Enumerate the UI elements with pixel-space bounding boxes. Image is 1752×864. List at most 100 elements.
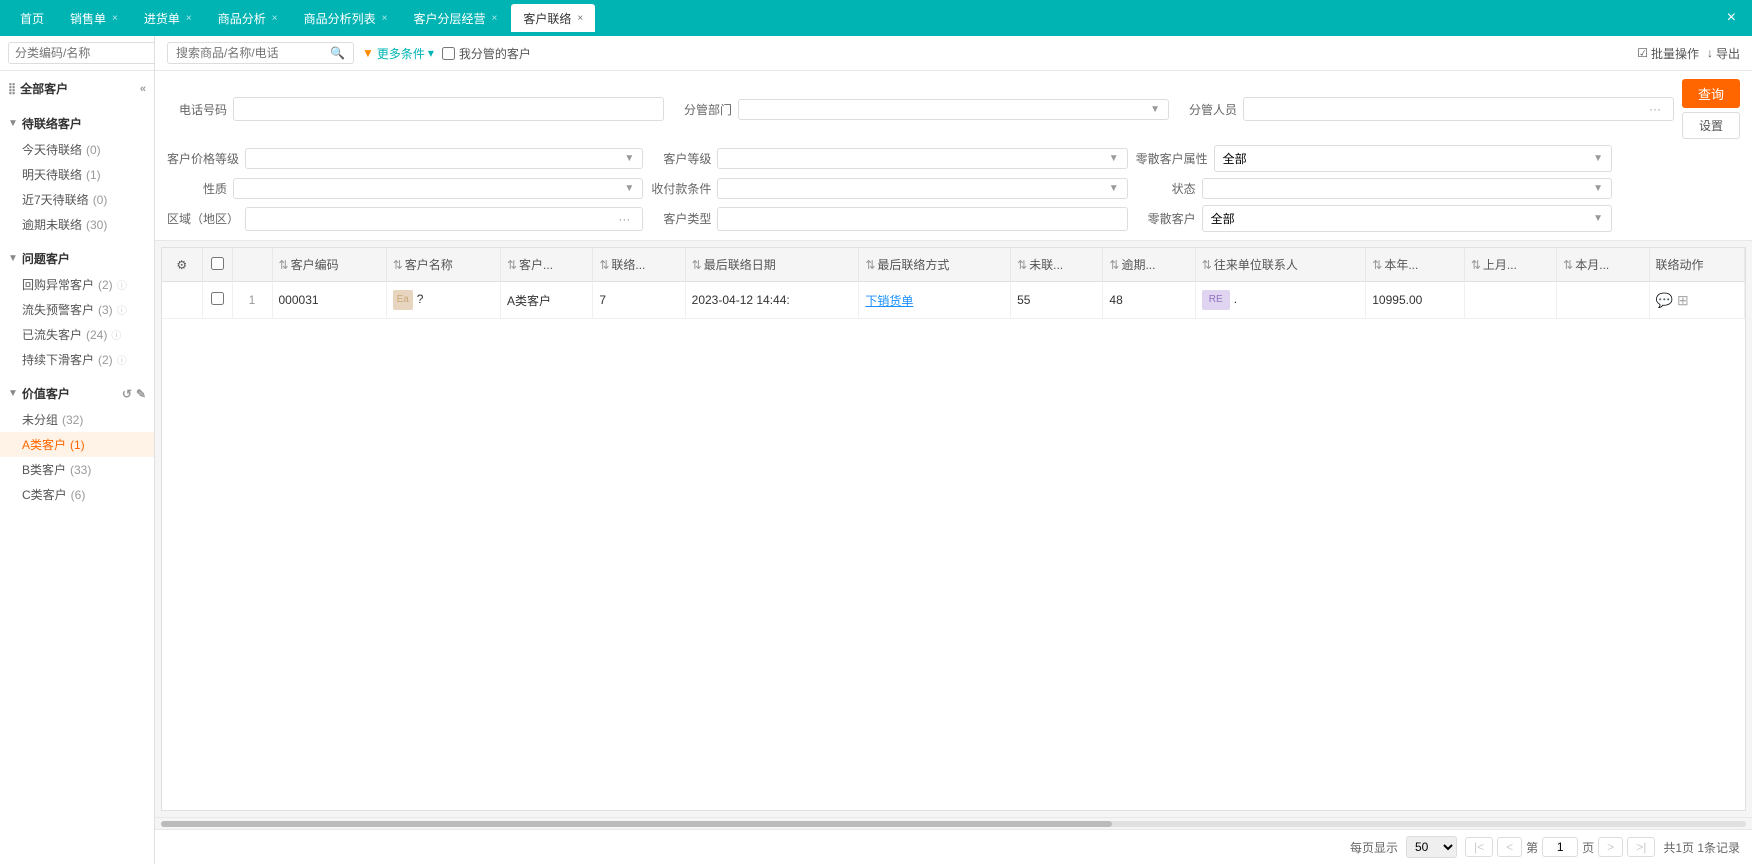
close-icon[interactable]: × bbox=[382, 13, 388, 24]
refresh-icon[interactable]: ↺ bbox=[122, 387, 132, 401]
sidebar-item-tomorrow-contact[interactable]: 明天待联络(1) bbox=[0, 162, 154, 187]
filter-row-4: 区域（地区） ··· 客户类型 零散客户 全部 ▼ bbox=[167, 205, 1740, 232]
phone-input[interactable] bbox=[233, 97, 664, 121]
horizontal-scrollbar[interactable] bbox=[155, 817, 1752, 829]
gear-icon[interactable]: ⚙ bbox=[176, 258, 187, 272]
sort-icon[interactable]: ⇅ bbox=[692, 258, 702, 272]
retail-customer-select[interactable]: 全部 ▼ bbox=[1202, 205, 1612, 232]
sort-icon[interactable]: ⇅ bbox=[1109, 258, 1119, 272]
sidebar-search: 🔍 bbox=[0, 36, 154, 71]
sidebar-item-c-class[interactable]: C类客户(6) bbox=[0, 482, 154, 507]
nature-select[interactable]: ▼ bbox=[233, 178, 643, 199]
sort-icon[interactable]: ⇅ bbox=[279, 258, 289, 272]
my-customers-filter[interactable]: 我分管的客户 bbox=[442, 45, 531, 62]
edit-icon[interactable]: ✎ bbox=[136, 387, 146, 401]
my-customers-checkbox[interactable] bbox=[442, 47, 455, 60]
tab-customer-contact[interactable]: 客户联络 × bbox=[511, 4, 595, 32]
tab-home[interactable]: 首页 bbox=[8, 4, 56, 32]
customer-type-input[interactable] bbox=[717, 207, 1127, 231]
sidebar-item-b-class[interactable]: B类客户(33) bbox=[0, 457, 154, 482]
last-page-button[interactable]: >| bbox=[1627, 837, 1655, 857]
sort-icon[interactable]: ⇅ bbox=[1202, 258, 1212, 272]
qr-icon[interactable]: ⊞ bbox=[1677, 292, 1689, 309]
sort-icon[interactable]: ⇅ bbox=[1017, 258, 1027, 272]
export-button[interactable]: ↓ 导出 bbox=[1707, 45, 1740, 62]
more-filters-button[interactable]: ▼ 更多条件 ▾ bbox=[362, 45, 434, 62]
chevron-down-icon: ▼ bbox=[624, 183, 634, 194]
sort-icon[interactable]: ⇅ bbox=[1372, 258, 1382, 272]
payment-select[interactable]: ▼ bbox=[717, 178, 1127, 199]
sort-icon[interactable]: ⇅ bbox=[1563, 258, 1573, 272]
prev-page-button[interactable]: < bbox=[1497, 837, 1522, 857]
category-search-input[interactable] bbox=[8, 42, 155, 64]
person-input[interactable]: ··· bbox=[1243, 97, 1674, 121]
col-last-month: ⇅ 上月... bbox=[1464, 248, 1556, 282]
sidebar-item-repurchase-abnormal[interactable]: 回购异常客户(2) ⓘ bbox=[0, 272, 154, 297]
sidebar-item-churn-warning[interactable]: 流失预警客户(3) ⓘ bbox=[0, 297, 154, 322]
scrollbar-thumb[interactable] bbox=[161, 821, 1112, 827]
pending-contact-header[interactable]: ▼ 待联络客户 bbox=[0, 110, 154, 137]
col-overdue: ⇅ 逾期... bbox=[1103, 248, 1195, 282]
sort-icon[interactable]: ⇅ bbox=[865, 258, 875, 272]
next-page-button[interactable]: > bbox=[1598, 837, 1623, 857]
filter-actions: 查询 设置 bbox=[1682, 79, 1740, 139]
customer-level-select[interactable]: ▼ bbox=[717, 148, 1127, 169]
price-level-field: 客户价格等级 ▼ bbox=[167, 148, 643, 169]
tab-sales[interactable]: 销售单 × bbox=[58, 4, 130, 32]
customer-table: ⚙ ⇅ 客户编码 bbox=[162, 248, 1745, 319]
select-all-checkbox[interactable] bbox=[211, 257, 224, 270]
sidebar-item-7day-contact[interactable]: 近7天待联络(0) bbox=[0, 187, 154, 212]
sort-icon[interactable]: ⇅ bbox=[393, 258, 403, 272]
tab-product-analysis-list[interactable]: 商品分析列表 × bbox=[292, 4, 400, 32]
sidebar-item-churned[interactable]: 已流失客户(24) ⓘ bbox=[0, 322, 154, 347]
tab-product-analysis[interactable]: 商品分析 × bbox=[206, 4, 290, 32]
close-icon[interactable]: × bbox=[272, 13, 278, 24]
sidebar-item-declining[interactable]: 持续下滑客户(2) ⓘ bbox=[0, 347, 154, 372]
customer-type-field: 客户类型 bbox=[651, 207, 1127, 231]
retail-attr-select[interactable]: 全部 ▼ bbox=[1214, 145, 1612, 172]
problem-customer-header[interactable]: ▼ 问题客户 bbox=[0, 245, 154, 272]
col-gear[interactable]: ⚙ bbox=[162, 248, 202, 282]
message-icon[interactable]: 💬 bbox=[1656, 292, 1673, 309]
filter-icon: ▼ bbox=[362, 46, 374, 60]
row-no-contact: 55 bbox=[1011, 282, 1103, 319]
sidebar-all-customers[interactable]: ⣿ 全部客户 « bbox=[0, 75, 154, 102]
page-input[interactable] bbox=[1542, 837, 1578, 857]
search-input[interactable] bbox=[176, 46, 326, 60]
sidebar-item-ungroup[interactable]: 未分组(32) bbox=[0, 407, 154, 432]
contact-method-link[interactable]: 下销货单 bbox=[865, 294, 913, 308]
status-select[interactable]: ▼ bbox=[1202, 178, 1612, 199]
dept-select[interactable]: ▼ bbox=[738, 99, 1169, 120]
sort-icon[interactable]: ⇅ bbox=[599, 258, 609, 272]
sort-icon[interactable]: ⇅ bbox=[1471, 258, 1481, 272]
sort-icon[interactable]: ⇅ bbox=[507, 258, 517, 272]
info-icon: ⓘ bbox=[117, 352, 127, 367]
query-button[interactable]: 查询 bbox=[1682, 79, 1740, 108]
sidebar-item-overdue-contact[interactable]: 逾期未联络(30) bbox=[0, 212, 154, 237]
col-no-contact: ⇅ 未联... bbox=[1011, 248, 1103, 282]
close-icon[interactable]: × bbox=[186, 13, 192, 24]
filter-row-2: 客户价格等级 ▼ 客户等级 ▼ 零散客户属性 全部 bbox=[167, 145, 1740, 172]
sidebar-item-a-class[interactable]: A类客户(1) bbox=[0, 432, 154, 457]
col-this-year: ⇅ 本年... bbox=[1366, 248, 1465, 282]
search-icon[interactable]: 🔍 bbox=[330, 46, 345, 60]
tab-purchase[interactable]: 进货单 × bbox=[132, 4, 204, 32]
batch-operation-button[interactable]: ☑ 批量操作 bbox=[1637, 45, 1699, 62]
tab-customer-segment[interactable]: 客户分层经营 × bbox=[401, 4, 509, 32]
row-action: 💬 ⊞ bbox=[1649, 282, 1744, 319]
settings-button[interactable]: 设置 bbox=[1682, 112, 1740, 139]
close-all-button[interactable]: × bbox=[1719, 9, 1744, 27]
dots-icon[interactable]: ··· bbox=[614, 212, 634, 226]
dots-icon[interactable]: ··· bbox=[1645, 102, 1665, 116]
region-select[interactable]: ··· bbox=[245, 207, 643, 231]
sidebar-item-today-contact[interactable]: 今天待联络(0) bbox=[0, 137, 154, 162]
close-icon[interactable]: × bbox=[491, 13, 497, 24]
close-icon[interactable]: × bbox=[112, 13, 118, 24]
row-select-checkbox[interactable] bbox=[211, 292, 224, 305]
price-level-select[interactable]: ▼ bbox=[245, 148, 643, 169]
sidebar-section-all: ⣿ 全部客户 « bbox=[0, 71, 154, 106]
value-customer-header[interactable]: ▼ 价值客户 ↺ ✎ bbox=[0, 380, 154, 407]
close-icon[interactable]: × bbox=[577, 13, 583, 24]
page-size-select[interactable]: 50 100 200 bbox=[1406, 836, 1457, 858]
first-page-button[interactable]: |< bbox=[1465, 837, 1493, 857]
